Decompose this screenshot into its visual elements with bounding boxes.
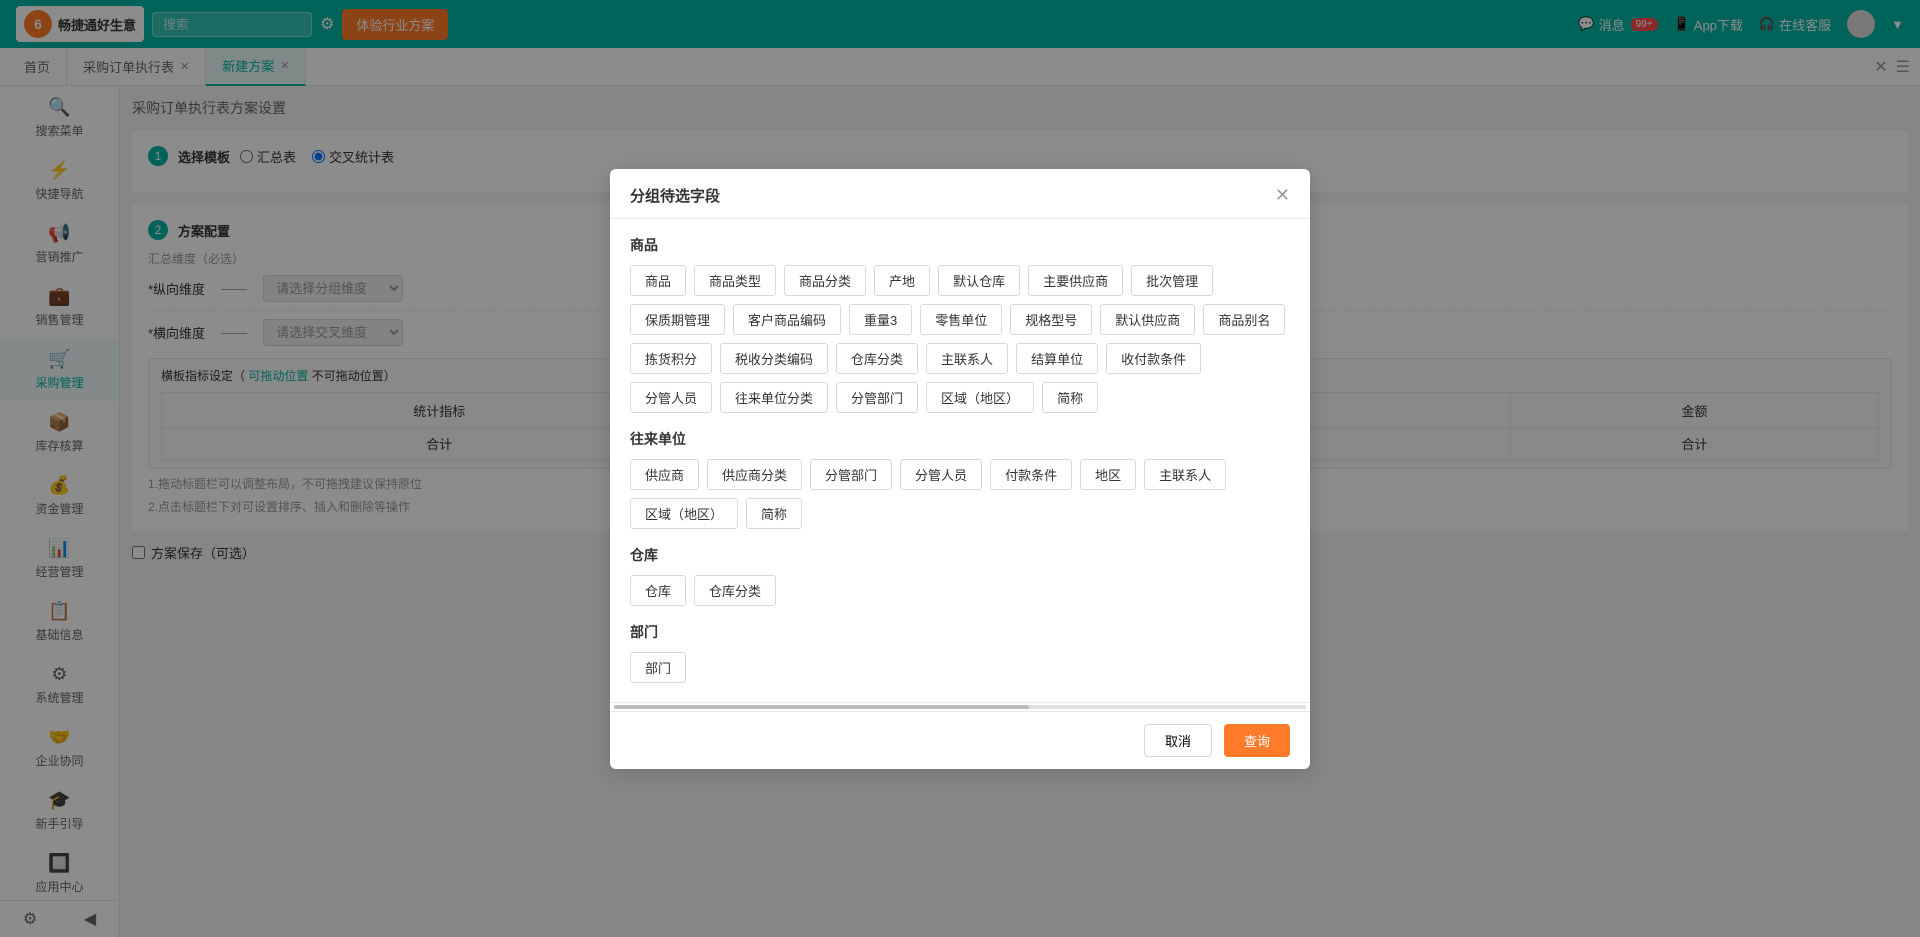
field-tag[interactable]: 重量3 bbox=[849, 304, 912, 335]
group-title-product: 商品 bbox=[630, 235, 1290, 255]
confirm-button[interactable]: 查询 bbox=[1224, 724, 1290, 757]
field-group-warehouse: 仓库 仓库 仓库分类 bbox=[630, 545, 1290, 606]
field-tag[interactable]: 简称 bbox=[1042, 382, 1098, 413]
field-tag[interactable]: 主要供应商 bbox=[1028, 265, 1123, 296]
field-tag[interactable]: 仓库分类 bbox=[836, 343, 918, 374]
field-tag[interactable]: 商品分类 bbox=[784, 265, 866, 296]
field-tag[interactable]: 区域（地区） bbox=[926, 382, 1034, 413]
field-group-partner: 往来单位 供应商 供应商分类 分管部门 分管人员 付款条件 地区 主联系人 区域… bbox=[630, 429, 1290, 529]
field-tag[interactable]: 部门 bbox=[630, 652, 686, 683]
field-group-department: 部门 部门 bbox=[630, 622, 1290, 683]
modal-close-button[interactable]: ✕ bbox=[1275, 185, 1290, 206]
field-tag[interactable]: 默认仓库 bbox=[938, 265, 1020, 296]
field-tag[interactable]: 分管人员 bbox=[900, 459, 982, 490]
field-group-product: 商品 商品 商品类型 商品分类 产地 默认仓库 主要供应商 批次管理 保质期管理… bbox=[630, 235, 1290, 413]
modal-header: 分组待选字段 ✕ bbox=[610, 169, 1310, 219]
field-tag[interactable]: 分管人员 bbox=[630, 382, 712, 413]
field-tag[interactable]: 主联系人 bbox=[926, 343, 1008, 374]
field-tag[interactable]: 批次管理 bbox=[1131, 265, 1213, 296]
field-tag[interactable]: 结算单位 bbox=[1016, 343, 1098, 374]
group-title-department: 部门 bbox=[630, 622, 1290, 642]
field-tag[interactable]: 区域（地区） bbox=[630, 498, 738, 529]
modal-body: 商品 商品 商品类型 商品分类 产地 默认仓库 主要供应商 批次管理 保质期管理… bbox=[610, 219, 1310, 702]
cancel-button[interactable]: 取消 bbox=[1144, 724, 1212, 757]
field-tag[interactable]: 往来单位分类 bbox=[720, 382, 828, 413]
field-tag[interactable]: 客户商品编码 bbox=[733, 304, 841, 335]
partner-field-tags: 供应商 供应商分类 分管部门 分管人员 付款条件 地区 主联系人 区域（地区） … bbox=[630, 459, 1290, 529]
warehouse-field-tags: 仓库 仓库分类 bbox=[630, 575, 1290, 606]
field-tag[interactable]: 供应商 bbox=[630, 459, 699, 490]
field-tag[interactable]: 供应商分类 bbox=[707, 459, 802, 490]
field-tag[interactable]: 税收分类编码 bbox=[720, 343, 828, 374]
product-field-tags: 商品 商品类型 商品分类 产地 默认仓库 主要供应商 批次管理 保质期管理 客户… bbox=[630, 265, 1290, 413]
field-tag[interactable]: 默认供应商 bbox=[1100, 304, 1195, 335]
modal-hscroll[interactable] bbox=[610, 702, 1310, 711]
field-tag[interactable]: 商品类型 bbox=[694, 265, 776, 296]
field-tag[interactable]: 仓库 bbox=[630, 575, 686, 606]
field-tag[interactable]: 地区 bbox=[1080, 459, 1136, 490]
field-tag[interactable]: 分管部门 bbox=[810, 459, 892, 490]
field-tag[interactable]: 简称 bbox=[746, 498, 802, 529]
field-tag[interactable]: 产地 bbox=[874, 265, 930, 296]
field-tag[interactable]: 拣货积分 bbox=[630, 343, 712, 374]
field-tag[interactable]: 商品别名 bbox=[1203, 304, 1285, 335]
field-tag[interactable]: 仓库分类 bbox=[694, 575, 776, 606]
field-tag[interactable]: 付款条件 bbox=[990, 459, 1072, 490]
modal-footer: 取消 查询 bbox=[610, 711, 1310, 769]
field-tag[interactable]: 商品 bbox=[630, 265, 686, 296]
field-tag[interactable]: 主联系人 bbox=[1144, 459, 1226, 490]
field-tag[interactable]: 收付款条件 bbox=[1106, 343, 1201, 374]
modal: 分组待选字段 ✕ 商品 商品 商品类型 商品分类 产地 默认仓库 主要供应商 批… bbox=[610, 169, 1310, 769]
department-field-tags: 部门 bbox=[630, 652, 1290, 683]
field-tag[interactable]: 分管部门 bbox=[836, 382, 918, 413]
group-title-partner: 往来单位 bbox=[630, 429, 1290, 449]
field-tag[interactable]: 规格型号 bbox=[1010, 304, 1092, 335]
group-title-warehouse: 仓库 bbox=[630, 545, 1290, 565]
modal-title: 分组待选字段 bbox=[630, 185, 720, 206]
field-tag[interactable]: 零售单位 bbox=[920, 304, 1002, 335]
field-tag[interactable]: 保质期管理 bbox=[630, 304, 725, 335]
modal-overlay: 分组待选字段 ✕ 商品 商品 商品类型 商品分类 产地 默认仓库 主要供应商 批… bbox=[0, 0, 1920, 937]
